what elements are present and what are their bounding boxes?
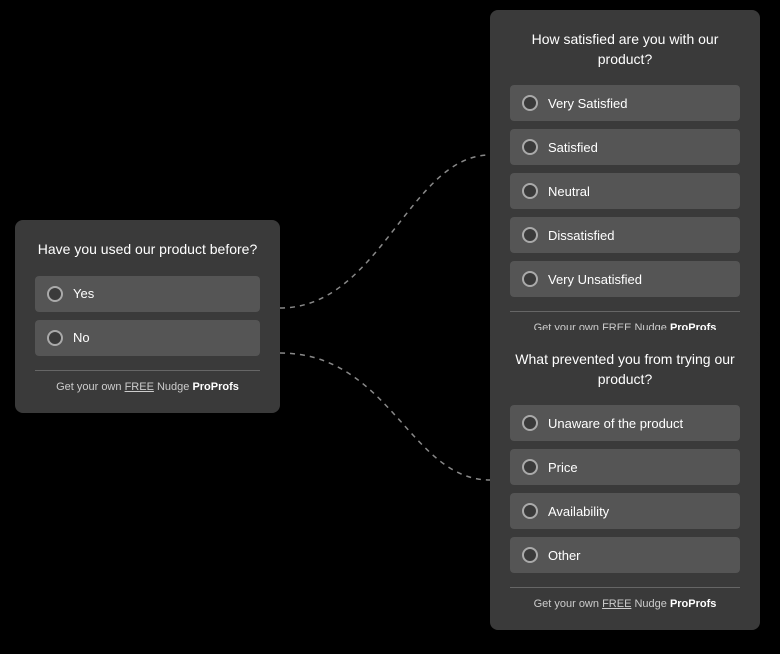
br-footer-brand: ProProfs bbox=[670, 598, 716, 610]
neutral-label: Neutral bbox=[548, 184, 590, 199]
price-label: Price bbox=[548, 460, 578, 475]
availability-option[interactable]: Availability bbox=[510, 493, 740, 529]
no-label: No bbox=[73, 330, 90, 345]
satisfied-radio bbox=[522, 139, 538, 155]
dissatisfied-label: Dissatisfied bbox=[548, 228, 614, 243]
other-radio bbox=[522, 547, 538, 563]
satisfied-option[interactable]: Satisfied bbox=[510, 129, 740, 165]
neutral-radio bbox=[522, 183, 538, 199]
very-satisfied-label: Very Satisfied bbox=[548, 96, 628, 111]
yes-label: Yes bbox=[73, 286, 94, 301]
other-label: Other bbox=[548, 548, 581, 563]
br-footer-prefix: Get your own bbox=[534, 598, 602, 610]
left-card: Have you used our product before? Yes No… bbox=[15, 220, 280, 413]
unaware-label: Unaware of the product bbox=[548, 416, 683, 431]
footer-free: FREE bbox=[125, 381, 154, 393]
left-card-footer: Get your own FREE Nudge ProProfs bbox=[35, 370, 260, 393]
br-footer-nudge: Nudge bbox=[631, 598, 670, 610]
left-card-title: Have you used our product before? bbox=[35, 240, 260, 260]
unaware-radio bbox=[522, 415, 538, 431]
yes-option[interactable]: Yes bbox=[35, 276, 260, 312]
top-right-card: How satisfied are you with our product? … bbox=[490, 10, 760, 354]
neutral-option[interactable]: Neutral bbox=[510, 173, 740, 209]
availability-radio bbox=[522, 503, 538, 519]
satisfied-label: Satisfied bbox=[548, 140, 598, 155]
availability-label: Availability bbox=[548, 504, 609, 519]
price-radio bbox=[522, 459, 538, 475]
very-satisfied-radio bbox=[522, 95, 538, 111]
yes-radio bbox=[47, 286, 63, 302]
unaware-option[interactable]: Unaware of the product bbox=[510, 405, 740, 441]
other-option[interactable]: Other bbox=[510, 537, 740, 573]
footer-prefix: Get your own bbox=[56, 381, 124, 393]
very-unsatisfied-option[interactable]: Very Unsatisfied bbox=[510, 261, 740, 297]
very-unsatisfied-label: Very Unsatisfied bbox=[548, 272, 642, 287]
bottom-right-card: What prevented you from trying our produ… bbox=[490, 330, 760, 630]
very-satisfied-option[interactable]: Very Satisfied bbox=[510, 85, 740, 121]
dissatisfied-option[interactable]: Dissatisfied bbox=[510, 217, 740, 253]
very-unsatisfied-radio bbox=[522, 271, 538, 287]
price-option[interactable]: Price bbox=[510, 449, 740, 485]
top-right-card-title: How satisfied are you with our product? bbox=[510, 30, 740, 69]
br-footer-free: FREE bbox=[602, 598, 631, 610]
bottom-right-card-footer: Get your own FREE Nudge ProProfs bbox=[510, 587, 740, 610]
bottom-right-card-title: What prevented you from trying our produ… bbox=[510, 350, 740, 389]
footer-brand: ProProfs bbox=[192, 381, 238, 393]
footer-nudge: Nudge bbox=[154, 381, 193, 393]
no-option[interactable]: No bbox=[35, 320, 260, 356]
no-radio bbox=[47, 330, 63, 346]
dissatisfied-radio bbox=[522, 227, 538, 243]
